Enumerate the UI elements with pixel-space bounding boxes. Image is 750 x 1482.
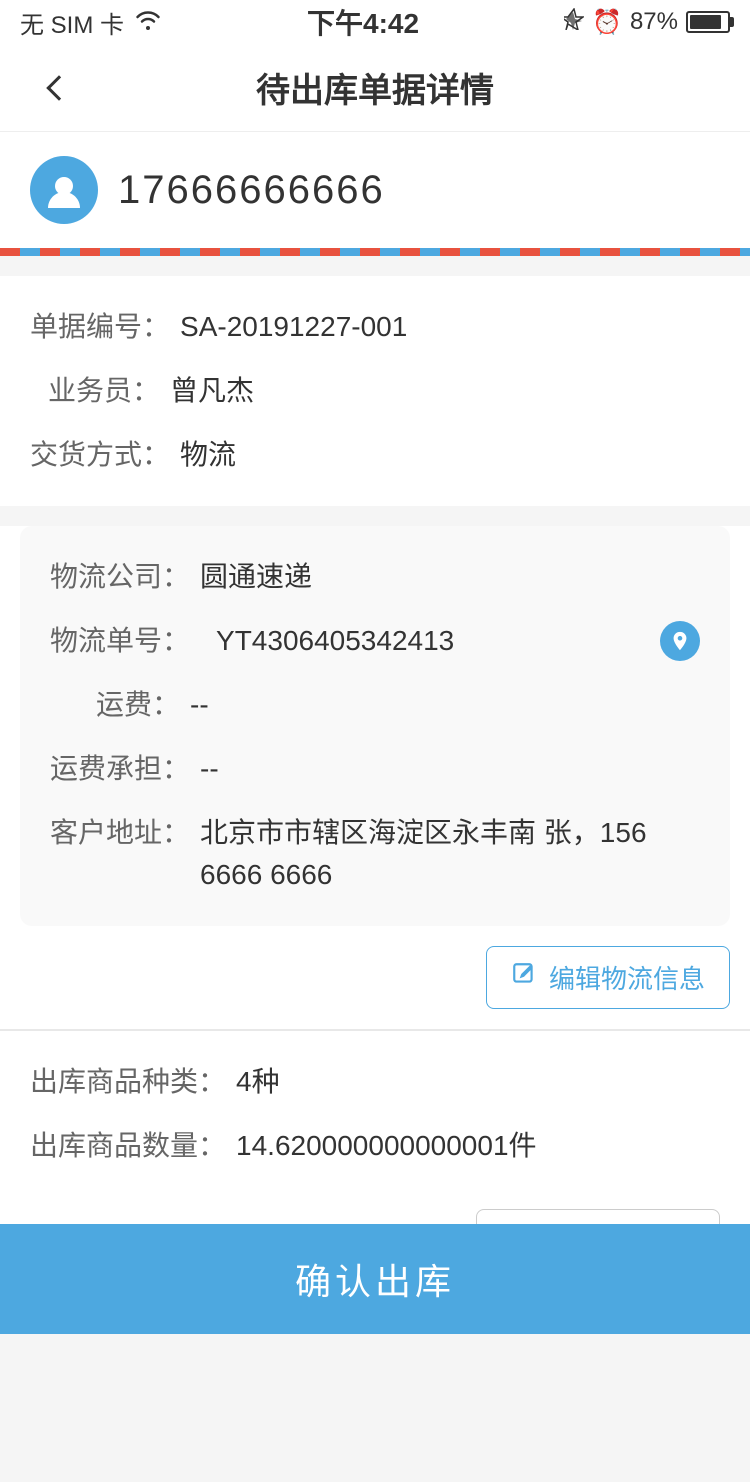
location-active-icon (564, 8, 584, 37)
alarm-icon: ⏰ (592, 8, 622, 37)
address-label: 客户地址： (50, 812, 200, 854)
nav-bar: 待出库单据详情 (0, 44, 750, 132)
logistics-card: 物流公司： 圆通速递 物流单号： YT4306405342413 运费： -- … (20, 526, 730, 926)
logistics-wrapper: 物流公司： 圆通速递 物流单号： YT4306405342413 运费： -- … (0, 526, 750, 1029)
status-left: 无 SIM 卡 (20, 5, 162, 40)
wifi-icon (134, 8, 162, 37)
sim-status: 无 SIM 卡 (20, 5, 124, 40)
logistics-tracking-value: YT4306405342413 (216, 620, 644, 662)
battery-icon (686, 11, 730, 33)
order-number-row: 单据编号： SA-20191227-001 (30, 306, 720, 348)
edit-logistics-button[interactable]: 编辑物流信息 (486, 946, 730, 1009)
order-info-section: 单据编号： SA-20191227-001 业务员： 曾凡杰 交货方式： 物流 (0, 276, 750, 506)
delivery-label: 交货方式： (30, 434, 180, 476)
salesman-label: 业务员： (30, 370, 170, 412)
freight-bear-label: 运费承担： (50, 748, 200, 790)
status-right: ⏰ 87% (564, 8, 730, 37)
customer-header: 17666666666 (0, 132, 750, 248)
product-types-row: 出库商品种类： 4种 (30, 1061, 720, 1103)
product-quantity-label: 出库商品数量： (30, 1125, 236, 1167)
back-chevron-icon (46, 75, 71, 100)
product-quantity-row: 出库商品数量： 14.620000000000001件 (30, 1125, 720, 1167)
delivery-row: 交货方式： 物流 (30, 434, 720, 476)
logistics-company-value: 圆通速递 (200, 556, 700, 598)
address-row: 客户地址： 北京市市辖区海淀区永丰南 张，156 6666 6666 (50, 812, 700, 896)
avatar (30, 156, 98, 224)
product-quantity-value: 14.620000000000001件 (236, 1125, 720, 1167)
edit-logistics-label: 编辑物流信息 (549, 959, 705, 996)
logistics-company-label: 物流公司： (50, 556, 200, 598)
logistics-tracking-row: 物流单号： YT4306405342413 (50, 620, 700, 662)
logistics-company-row: 物流公司： 圆通速递 (50, 556, 700, 598)
confirm-button[interactable]: 确认出库 (0, 1224, 750, 1334)
battery-percent: 87% (630, 8, 678, 36)
status-bar: 无 SIM 卡 下午4:42 ⏰ 87% (0, 0, 750, 44)
page-title: 待出库单据详情 (80, 63, 670, 112)
freight-bear-value: -- (200, 748, 700, 790)
order-number-value: SA-20191227-001 (180, 306, 720, 348)
customer-phone: 17666666666 (118, 168, 385, 213)
logistics-tracking-label: 物流单号： (50, 620, 200, 662)
back-button[interactable] (30, 63, 80, 113)
track-location-button[interactable] (660, 621, 700, 661)
freight-label: 运费： (50, 684, 190, 726)
delivery-value: 物流 (180, 434, 720, 476)
order-number-label: 单据编号： (30, 306, 180, 348)
freight-bear-row: 运费承担： -- (50, 748, 700, 790)
product-types-value: 4种 (236, 1061, 720, 1103)
edit-logistics-container: 编辑物流信息 (20, 926, 730, 1009)
dashed-divider (0, 248, 750, 256)
confirm-label: 确认出库 (295, 1253, 455, 1305)
salesman-row: 业务员： 曾凡杰 (30, 370, 720, 412)
edit-icon (511, 961, 537, 994)
status-time: 下午4:42 (307, 2, 419, 42)
product-types-label: 出库商品种类： (30, 1061, 236, 1103)
salesman-value: 曾凡杰 (170, 370, 720, 412)
freight-row: 运费： -- (50, 684, 700, 726)
freight-value: -- (190, 684, 700, 726)
address-value: 北京市市辖区海淀区永丰南 张，156 6666 6666 (200, 812, 700, 896)
